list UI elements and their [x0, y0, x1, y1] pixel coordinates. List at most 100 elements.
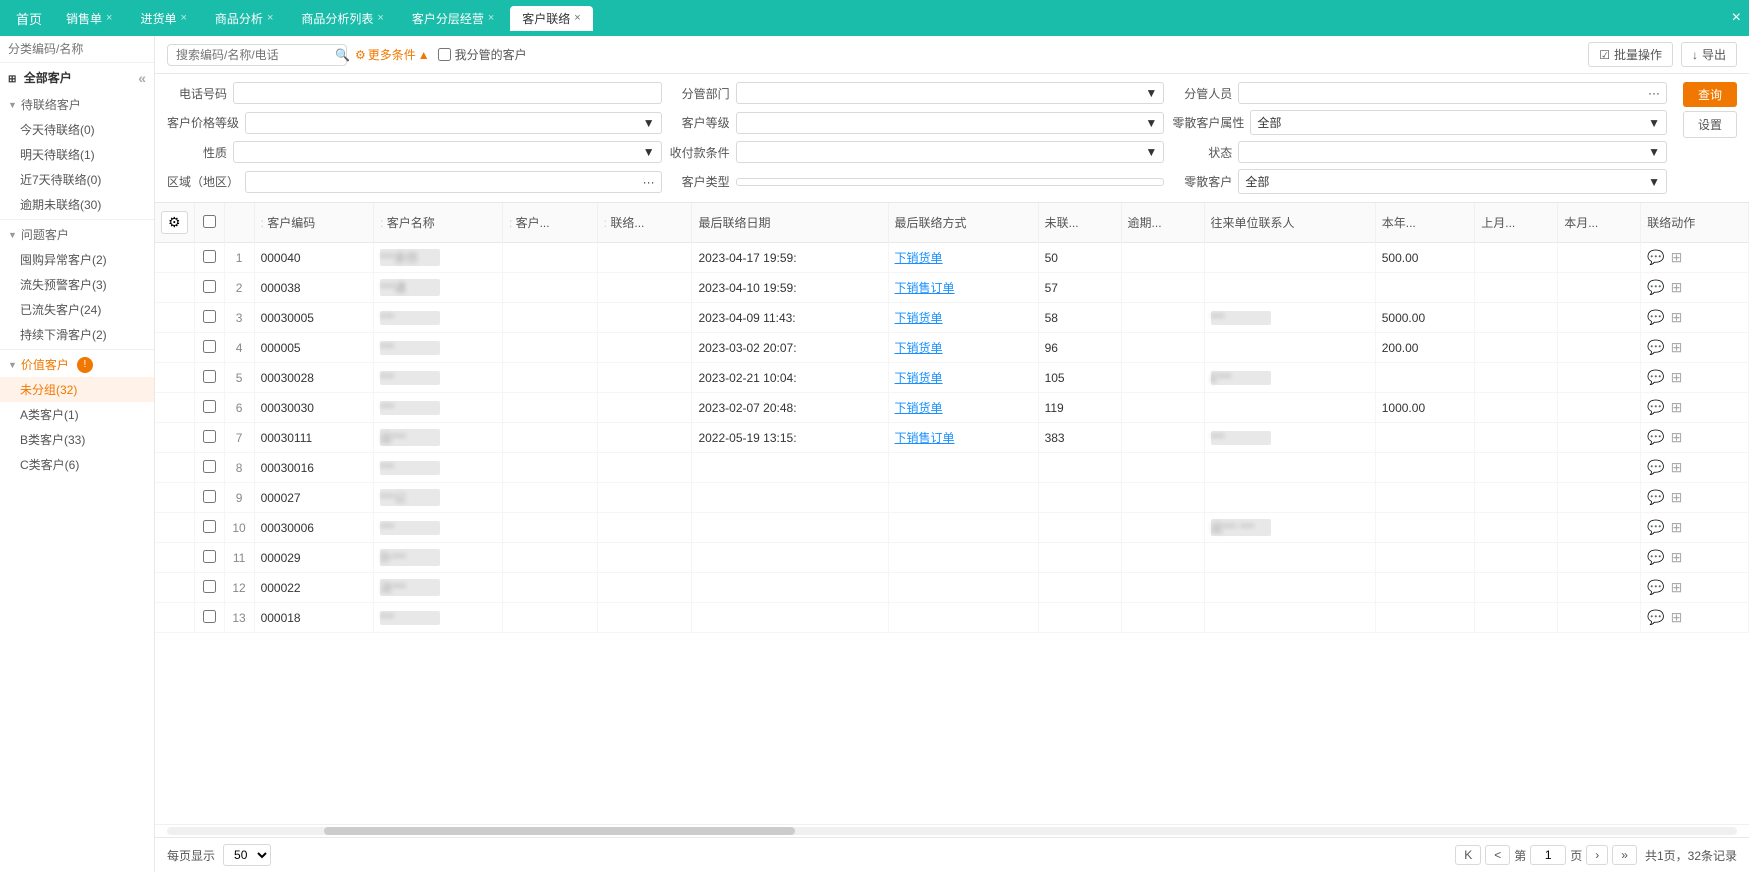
next-page-btn[interactable]: ›	[1586, 845, 1608, 865]
export-btn[interactable]: ↓ 导出	[1681, 42, 1737, 67]
sidebar-search-input[interactable]	[8, 42, 155, 56]
group-problem-customers[interactable]: ▼ 问题客户	[0, 222, 154, 247]
manager-input[interactable]: ···	[1238, 82, 1667, 104]
th-not-contacted[interactable]: 未联...	[1038, 203, 1121, 243]
row-checkbox[interactable]	[203, 400, 216, 413]
query-btn[interactable]: 查询	[1683, 82, 1737, 107]
payment-select[interactable]: ▼	[736, 141, 1165, 163]
cell-checkbox[interactable]	[194, 243, 224, 273]
sparse-customer-select[interactable]: 全部 ▼	[1238, 169, 1667, 194]
cell-checkbox[interactable]	[194, 363, 224, 393]
action-grid-icon[interactable]: ⊞	[1671, 489, 1683, 506]
sidebar-item-abnormal[interactable]: 囤购异常客户(2)	[0, 247, 154, 272]
dept-select[interactable]: ▼	[736, 82, 1165, 104]
action-grid-icon[interactable]: ⊞	[1671, 429, 1683, 446]
group-value-customers[interactable]: ▼ 价值客户 !	[0, 352, 154, 377]
row-checkbox[interactable]	[203, 460, 216, 473]
th-code[interactable]: : 客户编码	[254, 203, 373, 243]
close-all-tabs[interactable]: ×	[1732, 9, 1741, 27]
th-checkbox[interactable]	[194, 203, 224, 243]
cell-checkbox[interactable]	[194, 423, 224, 453]
tab-customer-segment-close[interactable]: ×	[488, 12, 494, 24]
cell-checkbox[interactable]	[194, 483, 224, 513]
tab-product-analysis-close[interactable]: ×	[267, 12, 273, 24]
action-message-icon[interactable]: 💬	[1647, 459, 1664, 476]
th-name[interactable]: : 客户名称	[374, 203, 503, 243]
per-page-select[interactable]: 50	[223, 844, 271, 866]
th-this-year[interactable]: 本年...	[1375, 203, 1475, 243]
sidebar-item-tomorrow-pending[interactable]: 明天待联络(1)	[0, 142, 154, 167]
nav-home[interactable]: 首页	[8, 5, 50, 32]
status-select[interactable]: ▼	[1238, 141, 1667, 163]
action-message-icon[interactable]: 💬	[1647, 309, 1664, 326]
cell-last-method[interactable]	[888, 453, 1038, 483]
action-message-icon[interactable]: 💬	[1647, 489, 1664, 506]
prev-page-btn[interactable]: <	[1485, 845, 1510, 865]
sidebar-item-ungroup[interactable]: 未分组(32)	[0, 377, 154, 402]
cell-last-method[interactable]: 下销货单	[888, 393, 1038, 423]
search-icon[interactable]: 🔍	[335, 48, 350, 62]
action-message-icon[interactable]: 💬	[1647, 399, 1664, 416]
action-grid-icon[interactable]: ⊞	[1671, 459, 1683, 476]
search-box[interactable]: 🔍	[167, 44, 347, 66]
th-company-contact[interactable]: 往来单位联系人	[1204, 203, 1375, 243]
reset-btn[interactable]: 设置	[1683, 111, 1737, 138]
action-grid-icon[interactable]: ⊞	[1671, 309, 1683, 326]
row-checkbox[interactable]	[203, 490, 216, 503]
action-grid-icon[interactable]: ⊞	[1671, 609, 1683, 626]
sidebar-search-box[interactable]: 🔍	[0, 36, 154, 63]
action-grid-icon[interactable]: ⊞	[1671, 339, 1683, 356]
horizontal-scrollbar[interactable]	[155, 824, 1749, 837]
action-message-icon[interactable]: 💬	[1647, 579, 1664, 596]
cell-checkbox[interactable]	[194, 543, 224, 573]
tab-sales[interactable]: 销售单 ×	[54, 6, 124, 31]
my-customers-check[interactable]	[438, 48, 451, 61]
sidebar-item-type-a[interactable]: A类客户(1)	[0, 402, 154, 427]
phone-input[interactable]	[233, 82, 662, 104]
row-checkbox[interactable]	[203, 280, 216, 293]
sidebar-item-declining[interactable]: 持续下滑客户(2)	[0, 322, 154, 347]
tab-customer-contact-close[interactable]: ×	[574, 12, 580, 24]
more-filters-btn[interactable]: ⚙ 更多条件 ▲	[355, 46, 430, 63]
cell-last-method[interactable]: 下销货单	[888, 363, 1038, 393]
th-contact[interactable]: : 联络...	[597, 203, 692, 243]
tab-customer-contact[interactable]: 客户联络 ×	[510, 6, 592, 31]
tab-product-list-close[interactable]: ×	[377, 12, 383, 24]
first-page-btn[interactable]: K	[1455, 845, 1481, 865]
cell-checkbox[interactable]	[194, 333, 224, 363]
group-pending-contact[interactable]: ▼ 待联络客户	[0, 92, 154, 117]
cell-last-method[interactable]	[888, 603, 1038, 633]
all-customers-header[interactable]: ⊞ 全部客户 «	[0, 63, 154, 92]
sidebar-item-type-c[interactable]: C类客户(6)	[0, 452, 154, 477]
row-checkbox[interactable]	[203, 520, 216, 533]
action-message-icon[interactable]: 💬	[1647, 249, 1664, 266]
column-settings-btn[interactable]: ⚙	[161, 211, 188, 234]
row-checkbox[interactable]	[203, 580, 216, 593]
action-grid-icon[interactable]: ⊞	[1671, 369, 1683, 386]
action-grid-icon[interactable]: ⊞	[1671, 249, 1683, 266]
cell-last-method[interactable]	[888, 513, 1038, 543]
tab-purchase-close[interactable]: ×	[180, 12, 186, 24]
cell-last-method[interactable]: 下销售订单	[888, 423, 1038, 453]
tab-purchase[interactable]: 进货单 ×	[128, 6, 198, 31]
action-grid-icon[interactable]: ⊞	[1671, 279, 1683, 296]
cell-last-method[interactable]: 下销货单	[888, 303, 1038, 333]
row-checkbox[interactable]	[203, 340, 216, 353]
sparse-attr-select[interactable]: 全部 ▼	[1250, 110, 1667, 135]
row-checkbox[interactable]	[203, 550, 216, 563]
th-last-date[interactable]: 最后联络日期	[692, 203, 888, 243]
select-all-checkbox[interactable]	[203, 215, 216, 228]
action-grid-icon[interactable]: ⊞	[1671, 399, 1683, 416]
action-message-icon[interactable]: 💬	[1647, 549, 1664, 566]
customer-type-input[interactable]	[736, 178, 1165, 186]
th-overdue[interactable]: 逾期...	[1121, 203, 1204, 243]
cell-checkbox[interactable]	[194, 393, 224, 423]
last-page-btn[interactable]: »	[1612, 845, 1637, 865]
action-message-icon[interactable]: 💬	[1647, 429, 1664, 446]
cell-checkbox[interactable]	[194, 603, 224, 633]
row-checkbox[interactable]	[203, 430, 216, 443]
cell-last-method[interactable]	[888, 543, 1038, 573]
scrollbar-track[interactable]	[167, 827, 1737, 835]
action-message-icon[interactable]: 💬	[1647, 279, 1664, 296]
action-message-icon[interactable]: 💬	[1647, 369, 1664, 386]
